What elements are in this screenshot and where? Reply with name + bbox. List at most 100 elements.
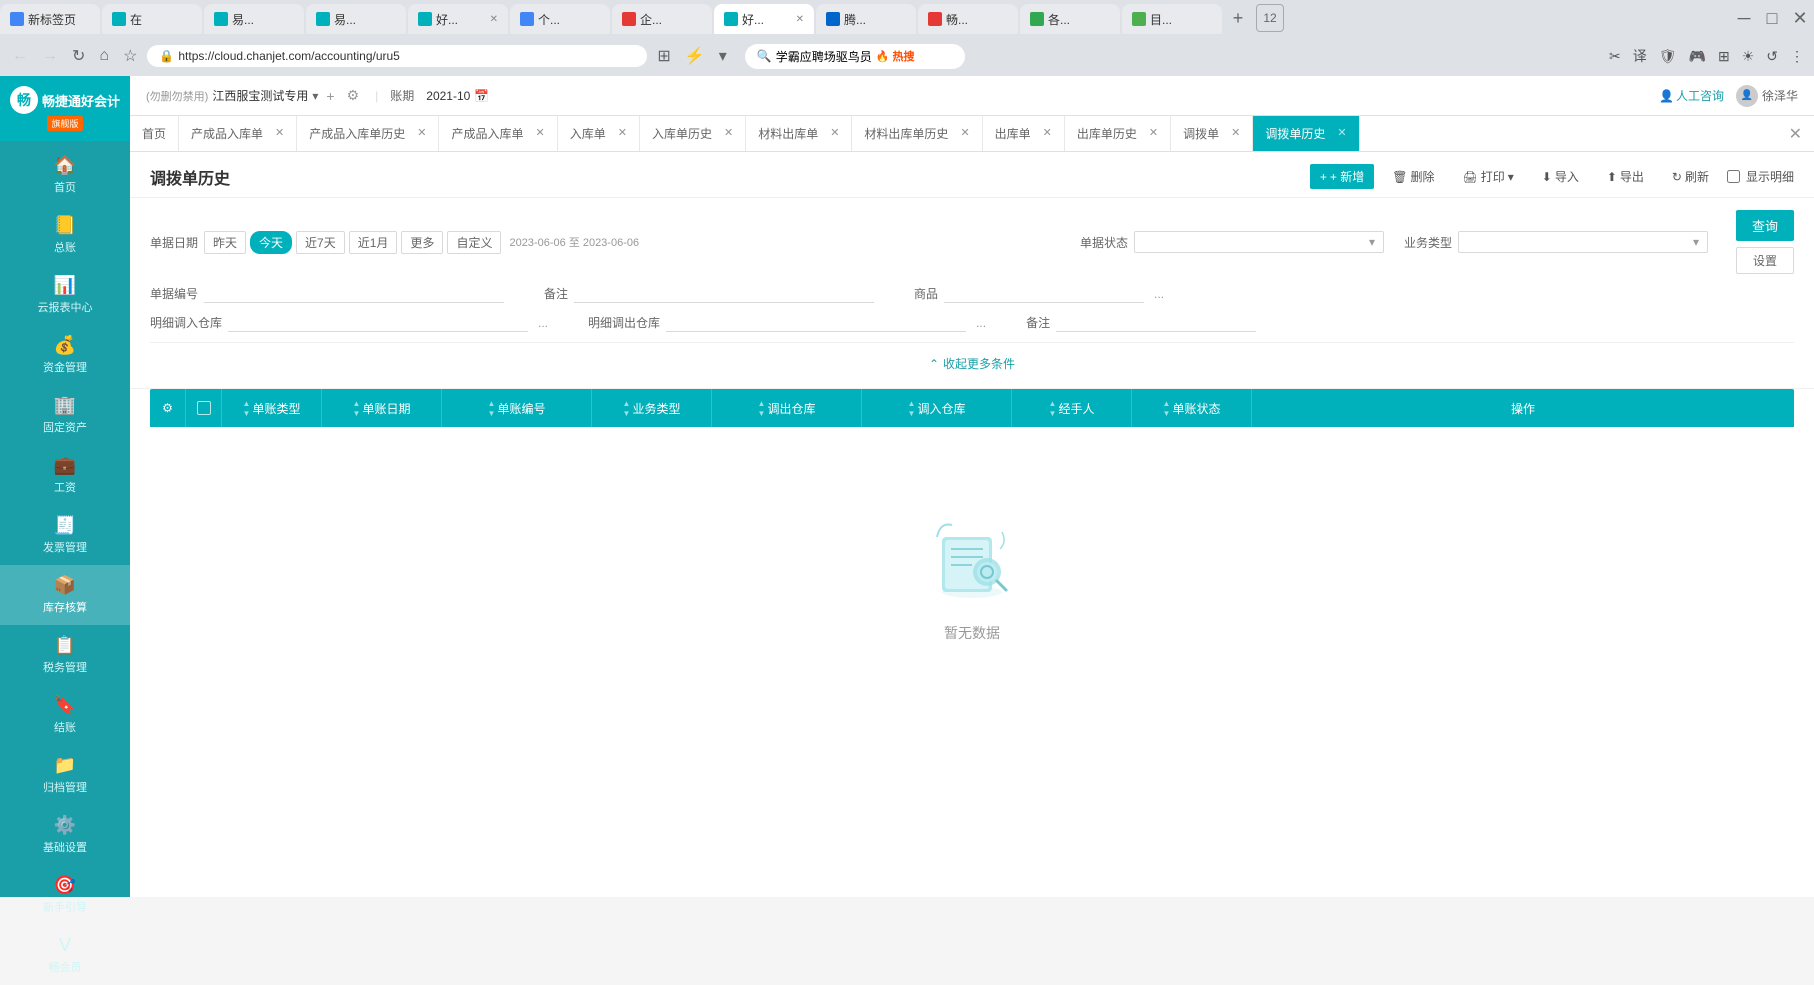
new-button[interactable]: + + 新增: [1310, 164, 1374, 189]
date-btn-yesterday[interactable]: 昨天: [204, 231, 246, 254]
settings-filter-button[interactable]: 设置: [1736, 247, 1794, 274]
back-button[interactable]: ←: [8, 45, 32, 67]
th-in-wh[interactable]: ▲ ▼ 调入仓库: [862, 389, 1012, 427]
extensions-button[interactable]: ⊞: [653, 44, 674, 68]
sidebar-item-archive[interactable]: 📁 归档管理: [0, 745, 130, 805]
tab-transfer-history[interactable]: 调拨单历史 ✕: [1253, 116, 1359, 152]
scissors-icon[interactable]: ✂: [1607, 46, 1623, 67]
browser-tab-4[interactable]: 易...: [306, 4, 406, 34]
more-icon[interactable]: ⋮: [1788, 46, 1806, 67]
tab-product-inbound-close[interactable]: ✕: [275, 128, 284, 139]
filter-detail-in-input[interactable]: [228, 313, 528, 332]
delete-button[interactable]: 🗑 删除: [1382, 164, 1444, 189]
dropdown-button[interactable]: ▾: [715, 44, 731, 68]
filter-goods-input[interactable]: [944, 284, 1144, 303]
tab-product-inbound-history-close[interactable]: ✕: [417, 128, 426, 139]
date-btn-more[interactable]: 更多: [401, 231, 443, 254]
filter-docnum-input[interactable]: [204, 284, 504, 303]
new-tab-button[interactable]: +: [1224, 4, 1252, 32]
home-button[interactable]: ⌂: [95, 45, 113, 67]
browser-tab-5[interactable]: 好... ✕: [408, 4, 508, 34]
th-handler[interactable]: ▲ ▼ 经手人: [1012, 389, 1132, 427]
date-btn-7days[interactable]: 近7天: [296, 231, 345, 254]
shield-icon[interactable]: 🛡: [1657, 46, 1679, 67]
game-icon[interactable]: 🎮: [1687, 46, 1708, 67]
th-number[interactable]: ▲ ▼ 单账编号: [442, 389, 592, 427]
tab-inbound[interactable]: 入库单 ✕: [558, 116, 640, 152]
th-gear[interactable]: ⚙: [150, 389, 186, 427]
tab-product-inbound-history[interactable]: 产成品入库单历史 ✕: [297, 116, 439, 152]
sidebar-item-finance[interactable]: 💰 资金管理: [0, 325, 130, 385]
filter-remark2-input[interactable]: [1056, 313, 1256, 332]
tab-material-out[interactable]: 材料出库单 ✕: [746, 116, 852, 152]
tab-count-button[interactable]: 12: [1256, 4, 1284, 32]
th-date[interactable]: ▲ ▼ 单账日期: [322, 389, 442, 427]
sidebar-item-inventory[interactable]: 📦 库存核算: [0, 565, 130, 625]
search-button[interactable]: 查询: [1736, 210, 1794, 241]
import-button[interactable]: ⬇ 导入: [1532, 164, 1589, 189]
tab-out-order[interactable]: 出库单 ✕: [983, 116, 1065, 152]
tab-inbound-history-close[interactable]: ✕: [724, 128, 733, 139]
tab-close-8[interactable]: ✕: [790, 14, 804, 25]
tab-product-inbound[interactable]: 产成品入库单 ✕: [179, 116, 297, 152]
browser-search[interactable]: 🔍 学霸应聘场驱鸟员 🔥 热搜: [745, 44, 965, 69]
sidebar-item-wages[interactable]: 💼 工资: [0, 445, 130, 505]
grid-icon[interactable]: ⊞: [1716, 46, 1732, 67]
date-btn-custom[interactable]: 自定义: [447, 231, 501, 254]
sidebar-item-vip[interactable]: V 畅会员: [0, 925, 130, 985]
tab-inbound-close[interactable]: ✕: [618, 128, 627, 139]
reload-button[interactable]: ↻: [68, 44, 89, 68]
tab-close-5[interactable]: ✕: [484, 14, 498, 25]
tab-out-order-close[interactable]: ✕: [1043, 128, 1052, 139]
tab-transfer[interactable]: 调拨单 ✕: [1171, 116, 1253, 152]
sidebar-item-tax[interactable]: 📋 税务管理: [0, 625, 130, 685]
th-checkbox[interactable]: [186, 389, 222, 427]
tab-product-inbound2[interactable]: 产成品入库单 ✕: [439, 116, 557, 152]
filter-biztype-select[interactable]: ▾: [1458, 231, 1708, 253]
company-settings-button[interactable]: ⚙: [343, 87, 364, 104]
sidebar-item-guide[interactable]: 🎯 新手引导: [0, 865, 130, 925]
translate-icon[interactable]: 译: [1631, 44, 1649, 68]
tab-material-out-history[interactable]: 材料出库单历史 ✕: [852, 116, 982, 152]
tab-home[interactable]: 首页: [130, 116, 179, 152]
tab-material-out-history-close[interactable]: ✕: [960, 128, 969, 139]
undo-icon[interactable]: ↺: [1764, 46, 1780, 67]
sidebar-item-invoice[interactable]: 🧾 发票管理: [0, 505, 130, 565]
browser-tab-9[interactable]: 腾...: [816, 4, 916, 34]
goods-more-icon[interactable]: ...: [1154, 287, 1164, 301]
company-selector[interactable]: (勿删勿禁用) 江西服宝测试专用 ▾ + ⚙: [146, 87, 363, 104]
tab-transfer-history-close[interactable]: ✕: [1337, 128, 1346, 139]
browser-tab-10[interactable]: 畅...: [918, 4, 1018, 34]
tab-product-inbound2-close[interactable]: ✕: [536, 128, 545, 139]
close-window-button[interactable]: ✕: [1786, 4, 1814, 32]
th-biztype[interactable]: ▲ ▼ 业务类型: [592, 389, 712, 427]
sidebar-item-closing[interactable]: 🔖 结账: [0, 685, 130, 745]
header-checkbox[interactable]: [197, 401, 211, 415]
user-menu[interactable]: 👤 徐泽华: [1736, 85, 1798, 107]
tab-out-history-close[interactable]: ✕: [1149, 128, 1158, 139]
browser-tab-8[interactable]: 好... ✕: [714, 4, 814, 34]
address-bar[interactable]: 🔒 https://cloud.chanjet.com/accounting/u…: [147, 45, 647, 67]
th-status[interactable]: ▲ ▼ 单账状态: [1132, 389, 1252, 427]
browser-tab-1[interactable]: 新标签页: [0, 4, 100, 34]
display-toggle-checkbox[interactable]: [1727, 170, 1740, 183]
forward-button[interactable]: →: [38, 45, 62, 67]
filter-status-select[interactable]: ▾: [1134, 231, 1384, 253]
sidebar-item-settings[interactable]: ⚙️ 基础设置: [0, 805, 130, 865]
detail-in-more-icon[interactable]: ...: [538, 316, 548, 330]
filter-detail-out-input[interactable]: [666, 313, 966, 332]
close-all-tabs-button[interactable]: ✕: [1777, 124, 1814, 144]
browser-tab-6[interactable]: 个...: [510, 4, 610, 34]
collapse-button[interactable]: ⌃ 收起更多条件: [929, 351, 1015, 376]
th-type[interactable]: ▲ ▼ 单账类型: [222, 389, 322, 427]
refresh-button[interactable]: ↻ 刷新: [1662, 164, 1719, 189]
sidebar-item-home[interactable]: 🏠 首页: [0, 145, 130, 205]
browser-tab-3[interactable]: 易...: [204, 4, 304, 34]
bookmark-button[interactable]: ☆: [119, 44, 141, 68]
browser-tab-7[interactable]: 企...: [612, 4, 712, 34]
maximize-button[interactable]: □: [1758, 4, 1786, 32]
detail-out-more-icon[interactable]: ...: [976, 316, 986, 330]
print-button[interactable]: 🖨 打印 ▾: [1452, 164, 1523, 189]
browser-tab-2[interactable]: 在: [102, 4, 202, 34]
sidebar-item-assets[interactable]: 🏢 固定资产: [0, 385, 130, 445]
